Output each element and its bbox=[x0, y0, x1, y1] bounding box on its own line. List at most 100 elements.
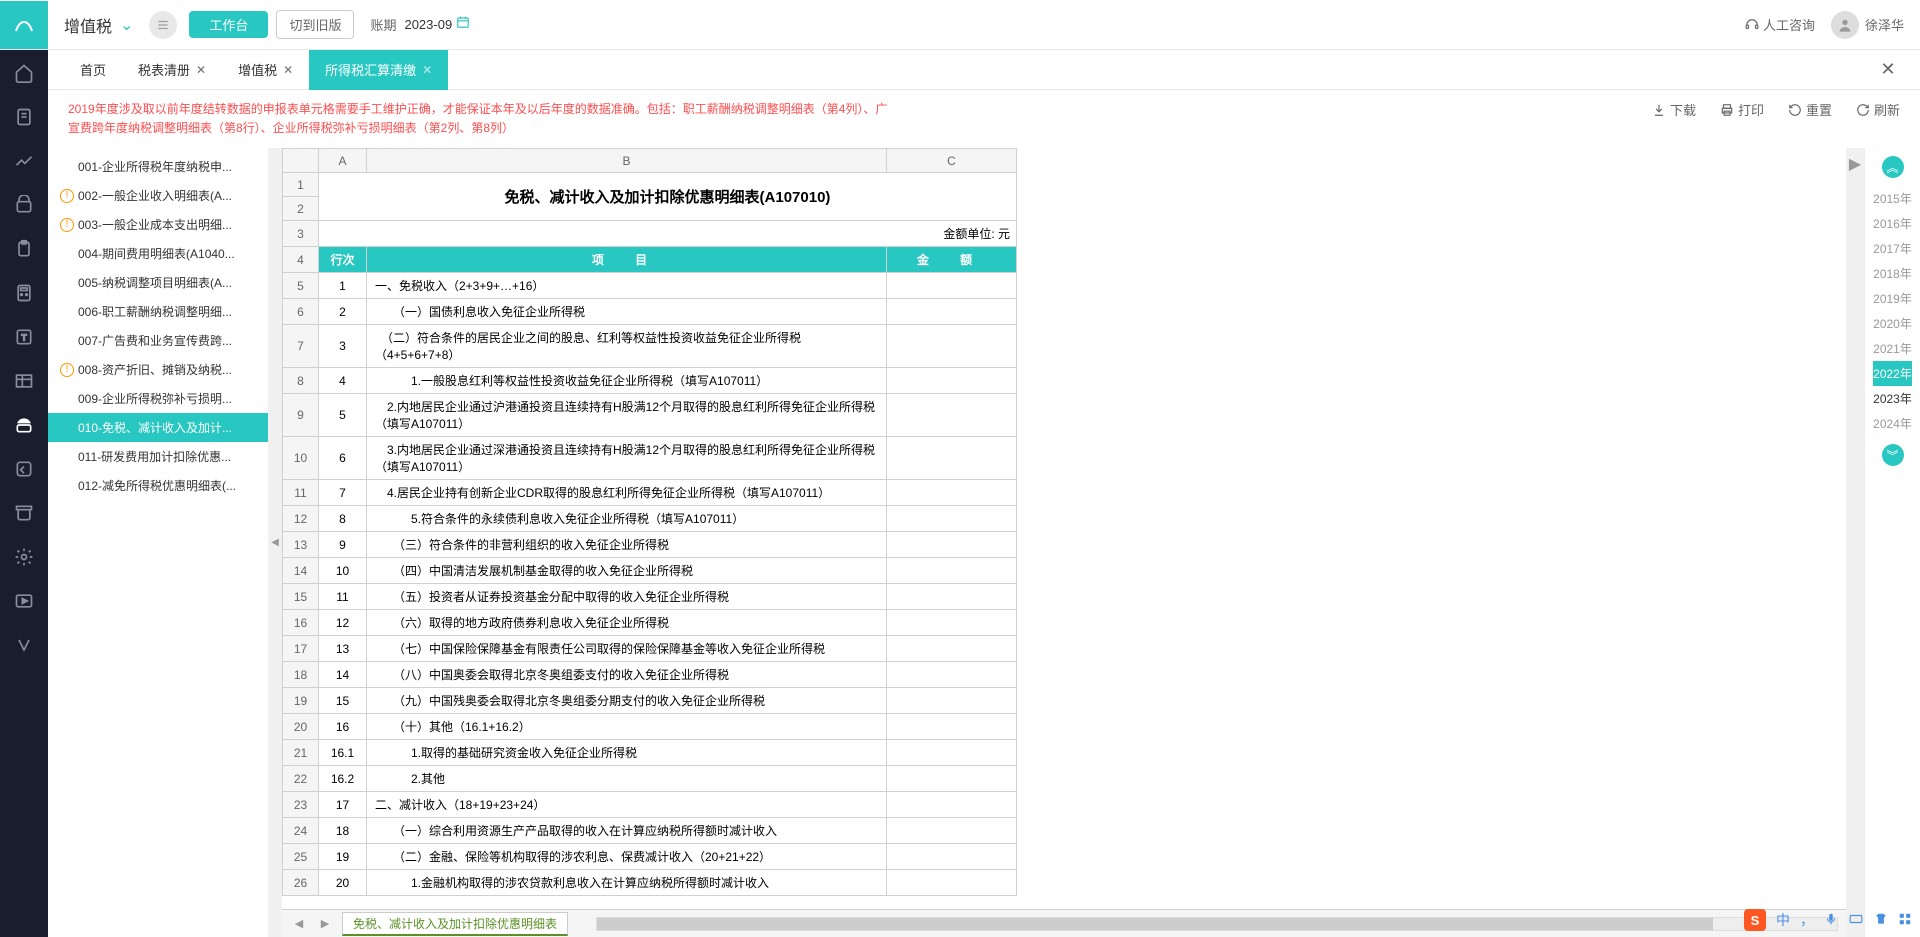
amount-cell[interactable] bbox=[887, 792, 1017, 818]
row-header[interactable]: 26 bbox=[283, 870, 319, 896]
item-cell[interactable]: （六）取得的地方政府债券利息收入免征企业所得税 bbox=[367, 610, 887, 636]
nav-calc-icon[interactable] bbox=[13, 282, 35, 304]
ime-grid-icon[interactable] bbox=[1898, 912, 1912, 929]
row-header[interactable]: 13 bbox=[283, 532, 319, 558]
row-header[interactable]: 24 bbox=[283, 818, 319, 844]
menu-round-button[interactable] bbox=[149, 11, 177, 39]
line-number-cell[interactable]: 9 bbox=[319, 532, 367, 558]
tab-income-tax[interactable]: 所得税汇算清缴✕ bbox=[309, 50, 448, 90]
form-list-item[interactable]: 010-免税、减计收入及加计... bbox=[48, 413, 268, 442]
row-header[interactable]: 10 bbox=[283, 437, 319, 480]
nav-clipboard-icon[interactable] bbox=[13, 238, 35, 260]
amount-cell[interactable] bbox=[887, 870, 1017, 896]
nav-archive-icon[interactable] bbox=[13, 502, 35, 524]
amount-cell[interactable] bbox=[887, 506, 1017, 532]
form-list-item[interactable]: !003-一般企业成本支出明细... bbox=[48, 210, 268, 239]
line-number-cell[interactable]: 10 bbox=[319, 558, 367, 584]
nav-settings-icon[interactable] bbox=[13, 546, 35, 568]
row-header[interactable]: 19 bbox=[283, 688, 319, 714]
ime-lang[interactable]: 中 bbox=[1776, 910, 1790, 930]
form-list-item[interactable]: 012-减免所得税优惠明细表(... bbox=[48, 471, 268, 500]
amount-cell[interactable] bbox=[887, 844, 1017, 870]
item-cell[interactable]: 1.取得的基础研究资金收入免征企业所得税 bbox=[367, 740, 887, 766]
tab-tax-list[interactable]: 税表清册✕ bbox=[122, 50, 222, 90]
ime-logo-icon[interactable]: S bbox=[1744, 909, 1766, 931]
item-cell[interactable]: （八）中国奥委会取得北京冬奥组委支付的收入免征企业所得税 bbox=[367, 662, 887, 688]
form-list-item[interactable]: 005-纳税调整项目明细表(A... bbox=[48, 268, 268, 297]
amount-cell[interactable] bbox=[887, 688, 1017, 714]
amount-cell[interactable] bbox=[887, 662, 1017, 688]
form-list-item[interactable]: 001-企业所得税年度纳税申... bbox=[48, 152, 268, 181]
amount-cell[interactable] bbox=[887, 394, 1017, 437]
print-button[interactable]: 打印 bbox=[1720, 100, 1764, 119]
line-number-cell[interactable]: 12 bbox=[319, 610, 367, 636]
item-cell[interactable]: 2.内地居民企业通过沪港通投资且连续持有H股满12个月取得的股息红利所得免征企业… bbox=[367, 394, 887, 437]
item-cell[interactable]: 二、减计收入（18+19+23+24） bbox=[367, 792, 887, 818]
nav-video-icon[interactable] bbox=[13, 590, 35, 612]
ime-punct[interactable]: ， bbox=[1800, 910, 1814, 930]
line-number-cell[interactable]: 6 bbox=[319, 437, 367, 480]
row-header[interactable]: 25 bbox=[283, 844, 319, 870]
sheet-tab[interactable]: 免税、减计收入及加计扣除优惠明细表 bbox=[342, 912, 568, 936]
close-icon[interactable]: ✕ bbox=[283, 63, 293, 77]
amount-cell[interactable] bbox=[887, 584, 1017, 610]
nav-chart-icon[interactable] bbox=[13, 150, 35, 172]
year-item[interactable]: 2023年 bbox=[1873, 386, 1912, 411]
sheet-nav-prev-icon[interactable]: ▶ bbox=[316, 917, 334, 930]
item-cell[interactable]: 5.符合条件的永续债利息收入免征企业所得税（填写A107011） bbox=[367, 506, 887, 532]
year-item[interactable]: 2020年 bbox=[1873, 311, 1912, 336]
item-cell[interactable]: 1.一般股息红利等权益性投资收益免征企业所得税（填写A107011） bbox=[367, 368, 887, 394]
tab-vat[interactable]: 增值税✕ bbox=[222, 50, 309, 90]
item-cell[interactable]: 2.其他 bbox=[367, 766, 887, 792]
line-number-cell[interactable]: 16.1 bbox=[319, 740, 367, 766]
horizontal-scrollbar[interactable] bbox=[596, 917, 1838, 931]
year-item[interactable]: 2022年 bbox=[1873, 361, 1912, 386]
item-cell[interactable]: 4.居民企业持有创新企业CDR取得的股息红利所得免征企业所得税（填写A10701… bbox=[367, 480, 887, 506]
nav-stamp-icon[interactable]: T bbox=[13, 326, 35, 348]
nav-table-icon[interactable] bbox=[13, 370, 35, 392]
item-cell[interactable]: 一、免税收入（2+3+9+…+16） bbox=[367, 273, 887, 299]
module-dropdown-icon[interactable]: ⌄ bbox=[120, 15, 133, 35]
sheet-nav-first-icon[interactable]: ◀ bbox=[290, 917, 308, 930]
amount-cell[interactable] bbox=[887, 636, 1017, 662]
item-cell[interactable]: （二）金融、保险等机构取得的涉农利息、保费减计收入（20+21+22） bbox=[367, 844, 887, 870]
workspace-button[interactable]: 工作台 bbox=[189, 11, 268, 38]
item-cell[interactable]: （三）符合条件的非营利组织的收入免征企业所得税 bbox=[367, 532, 887, 558]
line-number-cell[interactable]: 13 bbox=[319, 636, 367, 662]
form-list-item[interactable]: 004-期间费用明细表(A1040... bbox=[48, 239, 268, 268]
form-list-item[interactable]: 006-职工薪酬纳税调整明细... bbox=[48, 297, 268, 326]
amount-cell[interactable] bbox=[887, 325, 1017, 368]
amount-cell[interactable] bbox=[887, 273, 1017, 299]
line-number-cell[interactable]: 1 bbox=[319, 273, 367, 299]
year-item[interactable]: 2024年 bbox=[1873, 411, 1912, 436]
row-header[interactable]: 16 bbox=[283, 610, 319, 636]
line-number-cell[interactable]: 18 bbox=[319, 818, 367, 844]
nav-v-icon[interactable] bbox=[13, 634, 35, 656]
year-item[interactable]: 2016年 bbox=[1873, 211, 1912, 236]
amount-cell[interactable] bbox=[887, 437, 1017, 480]
item-cell[interactable]: （七）中国保险保障基金有限责任公司取得的保险保障基金等收入免征企业所得税 bbox=[367, 636, 887, 662]
row-header[interactable]: 21 bbox=[283, 740, 319, 766]
row-header[interactable]: 23 bbox=[283, 792, 319, 818]
amount-cell[interactable] bbox=[887, 299, 1017, 325]
row-header[interactable]: 8 bbox=[283, 368, 319, 394]
item-cell[interactable]: （一）国债利息收入免征企业所得税 bbox=[367, 299, 887, 325]
switch-old-button[interactable]: 切到旧版 bbox=[276, 10, 354, 39]
scroll-down-icon[interactable]: ︾ bbox=[1882, 444, 1904, 466]
reset-button[interactable]: 重置 bbox=[1788, 100, 1832, 119]
item-cell[interactable]: （一）综合利用资源生产产品取得的收入在计算应纳税所得额时减计收入 bbox=[367, 818, 887, 844]
amount-cell[interactable] bbox=[887, 714, 1017, 740]
nav-doc-icon[interactable] bbox=[13, 106, 35, 128]
year-item[interactable]: 2017年 bbox=[1873, 236, 1912, 261]
line-number-cell[interactable]: 14 bbox=[319, 662, 367, 688]
avatar[interactable] bbox=[1831, 11, 1859, 39]
row-header[interactable]: 12 bbox=[283, 506, 319, 532]
amount-cell[interactable] bbox=[887, 368, 1017, 394]
line-number-cell[interactable]: 16 bbox=[319, 714, 367, 740]
year-item[interactable]: 2021年 bbox=[1873, 336, 1912, 361]
collapse-handle-icon[interactable]: ◀ bbox=[268, 148, 282, 937]
year-item[interactable]: 2019年 bbox=[1873, 286, 1912, 311]
amount-cell[interactable] bbox=[887, 818, 1017, 844]
expand-handle-icon[interactable]: ▶ bbox=[1846, 148, 1864, 937]
row-header[interactable]: 18 bbox=[283, 662, 319, 688]
